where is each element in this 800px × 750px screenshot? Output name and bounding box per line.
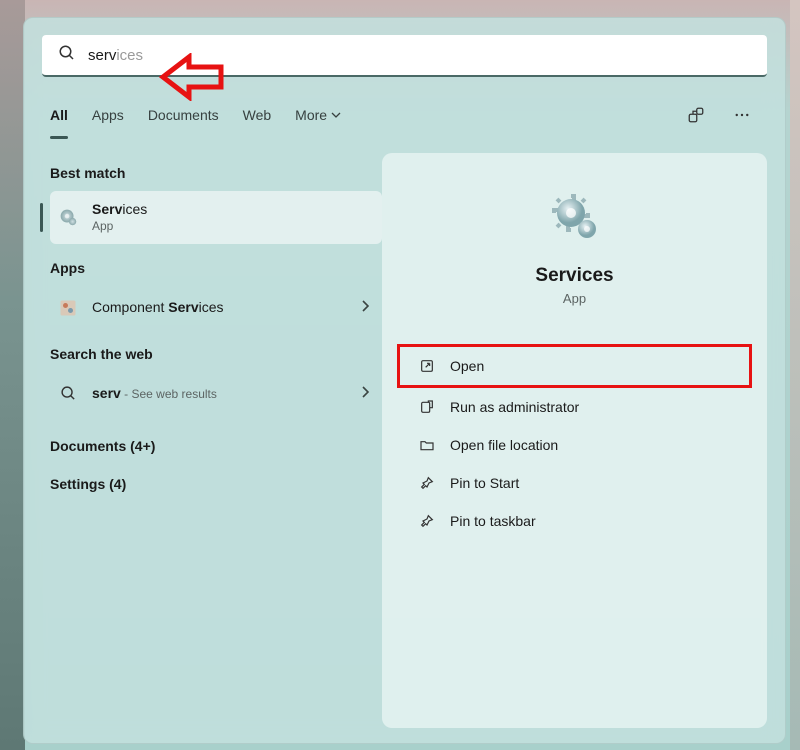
result-text: Services App bbox=[92, 201, 370, 234]
section-documents[interactable]: Documents (4+) bbox=[50, 438, 382, 454]
search-sources-icon[interactable] bbox=[679, 98, 713, 132]
action-label: Pin to Start bbox=[450, 475, 519, 491]
detail-column: Services App Open Run as administrator O… bbox=[382, 153, 767, 728]
action-run-admin[interactable]: Run as administrator bbox=[400, 388, 749, 426]
tab-more[interactable]: More bbox=[295, 99, 341, 131]
section-apps: Apps bbox=[50, 260, 382, 276]
open-icon bbox=[418, 357, 436, 375]
action-label: Open bbox=[450, 358, 484, 374]
tab-all[interactable]: All bbox=[50, 99, 68, 131]
section-best-match: Best match bbox=[50, 165, 382, 181]
action-pin-taskbar[interactable]: Pin to taskbar bbox=[400, 502, 749, 540]
detail-subtitle: App bbox=[563, 291, 586, 306]
results-column: Best match Services App Apps Component S… bbox=[24, 149, 382, 744]
action-pin-start[interactable]: Pin to Start bbox=[400, 464, 749, 502]
detail-card: Services App Open Run as administrator O… bbox=[382, 153, 767, 728]
detail-actions: Open Run as administrator Open file loca… bbox=[400, 344, 749, 540]
chevron-right-icon bbox=[360, 385, 370, 403]
search-box[interactable]: services bbox=[42, 35, 767, 77]
action-label: Open file location bbox=[450, 437, 558, 453]
detail-title: Services bbox=[535, 265, 613, 287]
action-label: Run as administrator bbox=[450, 399, 579, 415]
shield-icon bbox=[418, 398, 436, 416]
pin-icon bbox=[418, 474, 436, 492]
result-text: Component Services bbox=[92, 299, 348, 317]
action-file-location[interactable]: Open file location bbox=[400, 426, 749, 464]
tab-apps[interactable]: Apps bbox=[92, 99, 124, 131]
chevron-down-icon bbox=[331, 110, 341, 120]
search-icon bbox=[58, 44, 76, 67]
result-services[interactable]: Services App bbox=[50, 191, 382, 244]
component-icon bbox=[56, 296, 80, 320]
result-component-services[interactable]: Component Services bbox=[50, 286, 382, 330]
chevron-right-icon bbox=[360, 299, 370, 317]
pin-icon bbox=[418, 512, 436, 530]
filter-tabs: All Apps Documents Web More bbox=[50, 99, 759, 131]
tab-more-label: More bbox=[295, 107, 327, 123]
section-settings[interactable]: Settings (4) bbox=[50, 476, 382, 492]
wallpaper-left bbox=[0, 0, 25, 750]
gear-icon bbox=[56, 205, 80, 229]
action-label: Pin to taskbar bbox=[450, 513, 536, 529]
folder-icon bbox=[418, 436, 436, 454]
more-options-icon[interactable] bbox=[725, 98, 759, 132]
tab-web[interactable]: Web bbox=[243, 99, 272, 131]
start-search-panel: services All Apps Documents Web More Bes… bbox=[23, 17, 786, 744]
search-icon bbox=[56, 382, 80, 406]
section-search-web: Search the web bbox=[50, 346, 382, 362]
result-web-search[interactable]: serv - See web results bbox=[50, 372, 382, 416]
tab-documents[interactable]: Documents bbox=[148, 99, 219, 131]
wallpaper-right bbox=[790, 0, 800, 750]
result-text: serv - See web results bbox=[92, 384, 348, 404]
gear-icon bbox=[547, 191, 603, 247]
action-open[interactable]: Open bbox=[397, 344, 752, 388]
